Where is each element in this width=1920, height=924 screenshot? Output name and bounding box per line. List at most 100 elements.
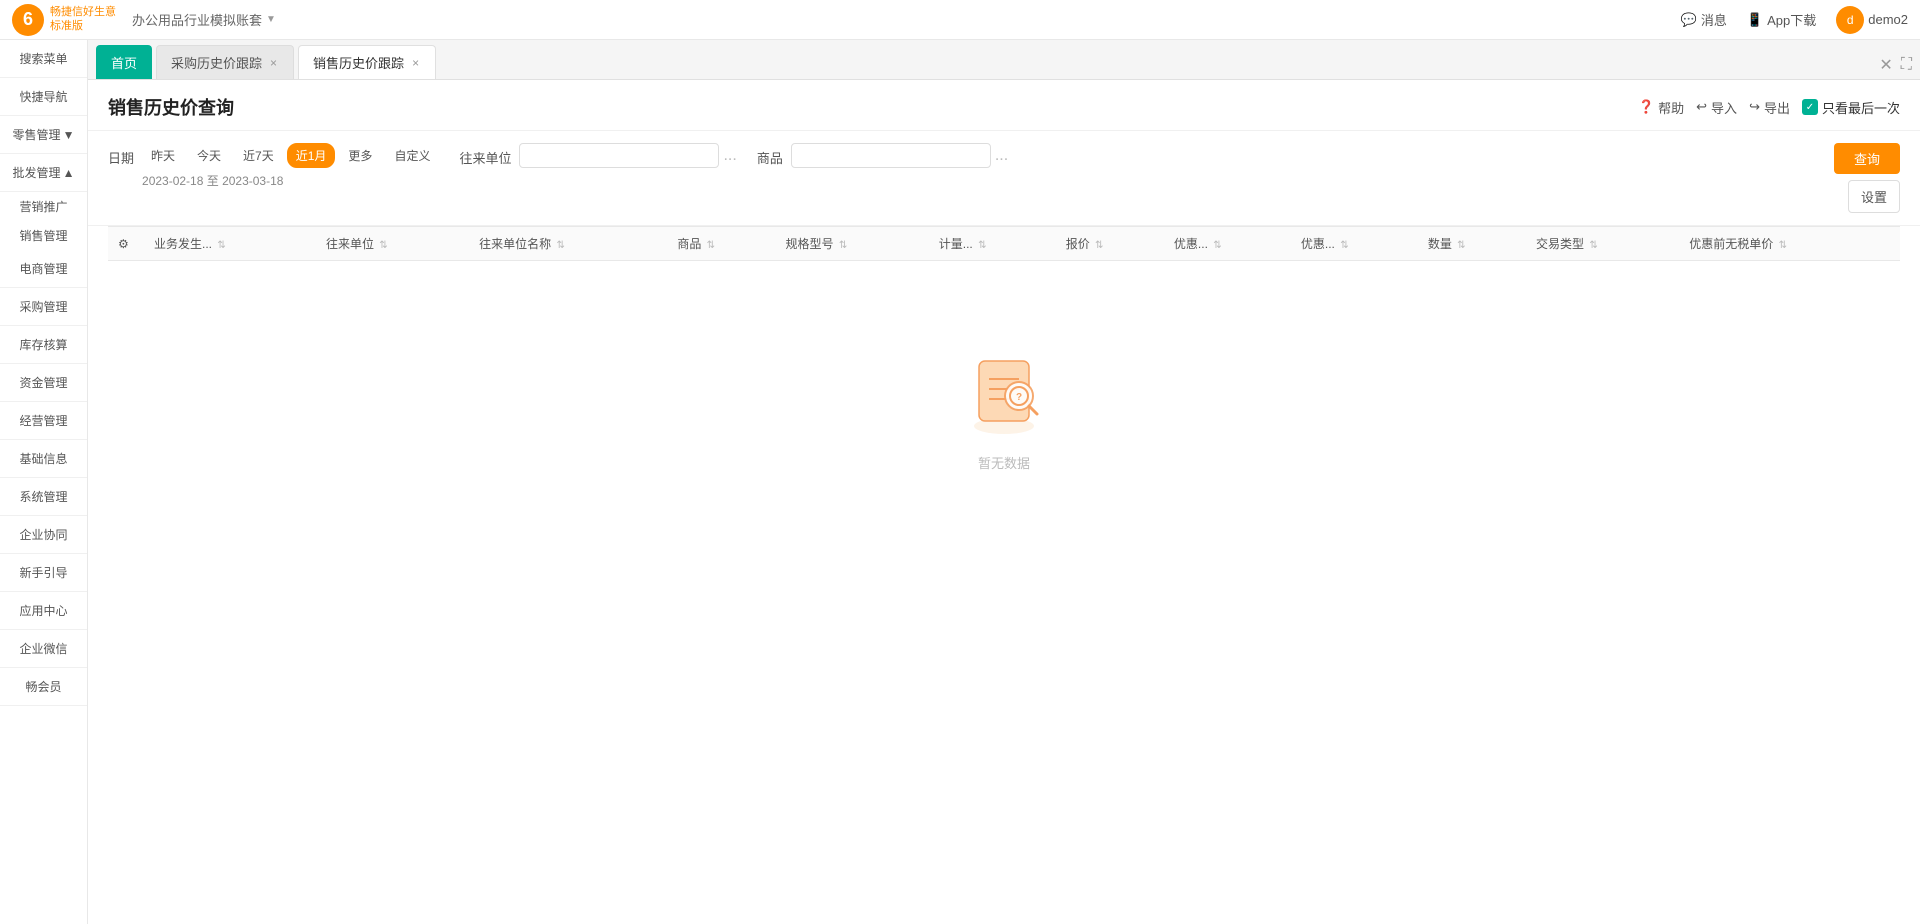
logo-area: 6 畅捷信好生意 标准版 <box>12 4 116 36</box>
th-trade-type-sort-icon: ⇅ <box>1589 240 1597 251</box>
sidebar-item-search[interactable]: 搜索菜单 <box>0 40 87 78</box>
tab-purchase-history-close-icon[interactable]: × <box>268 56 279 70</box>
workspace-name: 办公用品行业模拟账套 <box>132 10 262 29</box>
date-btn-1month[interactable]: 近1月 <box>287 143 336 168</box>
export-button[interactable]: ↪ 导出 <box>1749 98 1790 117</box>
th-pre-tax-price-sort-icon: ⇅ <box>1779 240 1787 251</box>
import-icon: ↩ <box>1696 99 1707 115</box>
th-quoted-price[interactable]: 报价 ⇅ <box>1056 227 1164 261</box>
tab-home-label: 首页 <box>111 53 137 72</box>
app-download-button[interactable]: 📱 App下载 <box>1747 10 1816 29</box>
table-header-row: ⚙ 业务发生... ⇅ 往来单位 ⇅ 往来单位名称 ⇅ <box>108 227 1900 261</box>
tab-sales-history-close-icon[interactable]: × <box>410 56 421 70</box>
sidebar-item-system[interactable]: 系统管理 <box>0 478 87 516</box>
workspace-selector[interactable]: 办公用品行业模拟账套 ▼ <box>132 10 276 29</box>
query-button[interactable]: 查询 <box>1834 143 1900 174</box>
sidebar-item-sales-mgmt[interactable]: 销售管理 <box>0 221 87 250</box>
th-quantity-sort-icon: ⇅ <box>1457 240 1465 251</box>
product-input[interactable] <box>791 143 991 168</box>
settings-icon: ⚙ <box>118 237 129 251</box>
tab-sales-history[interactable]: 销售历史价跟踪 × <box>298 45 436 79</box>
enterprise-label: 企业协同 <box>19 528 67 542</box>
tab-maximize-icon[interactable]: ⛶ <box>1901 56 1912 74</box>
partner-select-icon[interactable]: ... <box>723 147 736 165</box>
th-quantity[interactable]: 数量 ⇅ <box>1418 227 1526 261</box>
table-container: ⚙ 业务发生... ⇅ 往来单位 ⇅ 往来单位名称 ⇅ <box>88 226 1920 261</box>
product-filter-label: 商品 <box>757 143 783 167</box>
sidebar-item-wholesale[interactable]: 批发管理 ▲ <box>0 154 87 192</box>
message-icon: 💬 <box>1681 12 1697 28</box>
sidebar-item-membership[interactable]: 畅会员 <box>0 668 87 706</box>
th-discount1[interactable]: 优惠... ⇅ <box>1164 227 1291 261</box>
tab-home[interactable]: 首页 <box>96 45 152 79</box>
import-label: 导入 <box>1711 98 1737 117</box>
th-quoted-price-sort-icon: ⇅ <box>1095 240 1103 251</box>
operations-label: 经营管理 <box>19 414 67 428</box>
finance-label: 资金管理 <box>19 376 67 390</box>
date-btn-7days[interactable]: 近7天 <box>234 143 283 168</box>
th-partner-name[interactable]: 往来单位名称 ⇅ <box>469 227 667 261</box>
logo-icon: 6 <box>12 4 44 36</box>
import-button[interactable]: ↩ 导入 <box>1696 98 1737 117</box>
filter-area: 日期 昨天 今天 近7天 近1月 更多 自定义 2023-02-18 至 202… <box>88 131 1920 226</box>
sidebar-item-shortcut[interactable]: 快捷导航 <box>0 78 87 116</box>
partner-filter-label: 往来单位 <box>459 143 511 167</box>
date-btn-more[interactable]: 更多 <box>339 143 381 168</box>
th-biz-date-sort-icon: ⇅ <box>217 240 225 251</box>
date-btn-today[interactable]: 今天 <box>188 143 230 168</box>
date-btn-custom[interactable]: 自定义 <box>385 143 439 168</box>
tab-purchase-history[interactable]: 采购历史价跟踪 × <box>156 45 294 79</box>
membership-label: 畅会员 <box>25 680 61 694</box>
purchase-label: 采购管理 <box>19 300 67 314</box>
wholesale-label: 批发管理 <box>13 164 61 181</box>
sidebar-item-app-center[interactable]: 应用中心 <box>0 592 87 630</box>
only-last-label: 只看最后一次 <box>1822 98 1900 117</box>
page-header: 销售历史价查询 ❓ 帮助 ↩ 导入 ↪ 导出 ✓ 只看最后一次 <box>88 80 1920 131</box>
th-settings[interactable]: ⚙ <box>108 227 144 261</box>
sidebar-item-inventory[interactable]: 库存核算 <box>0 326 87 364</box>
app-download-label: App下载 <box>1767 10 1816 29</box>
th-discount1-sort-icon: ⇅ <box>1213 240 1221 251</box>
sidebar-item-retail[interactable]: 零售管理 ▼ <box>0 116 87 154</box>
sidebar-item-enterprise[interactable]: 企业协同 <box>0 516 87 554</box>
message-button[interactable]: 💬 消息 <box>1681 10 1727 29</box>
only-last-checkbox-label[interactable]: ✓ 只看最后一次 <box>1802 98 1900 117</box>
settings-button[interactable]: 设置 <box>1848 180 1900 213</box>
empty-text: 暂无数据 <box>978 453 1030 472</box>
th-biz-date[interactable]: 业务发生... ⇅ <box>144 227 316 261</box>
help-button[interactable]: ❓ 帮助 <box>1638 98 1684 117</box>
partner-input[interactable] <box>519 143 719 168</box>
tab-purchase-history-label: 采购历史价跟踪 <box>171 53 262 72</box>
tab-close-all-icon[interactable]: ✕ <box>1879 55 1892 75</box>
product-select-icon[interactable]: ... <box>995 147 1008 165</box>
date-btn-yesterday[interactable]: 昨天 <box>142 143 184 168</box>
sidebar-item-wechat[interactable]: 企业微信 <box>0 630 87 668</box>
empty-icon: ? <box>954 341 1054 441</box>
th-pre-tax-price[interactable]: 优惠前无税单价 ⇅ <box>1679 227 1900 261</box>
sidebar-item-ecommerce[interactable]: 电商管理 <box>0 250 87 288</box>
page-actions: ❓ 帮助 ↩ 导入 ↪ 导出 ✓ 只看最后一次 <box>1638 98 1900 117</box>
date-range-display: 2023-02-18 至 2023-03-18 <box>142 172 439 189</box>
th-discount2[interactable]: 优惠... ⇅ <box>1291 227 1418 261</box>
sidebar-item-marketing[interactable]: 营销推广 <box>0 192 87 221</box>
logo-text: 畅捷信好生意 标准版 <box>50 6 116 32</box>
user-name: demo2 <box>1868 12 1908 27</box>
th-partner-code[interactable]: 往来单位 ⇅ <box>316 227 469 261</box>
sidebar-item-basic-info[interactable]: 基础信息 <box>0 440 87 478</box>
sidebar-item-operations[interactable]: 经营管理 <box>0 402 87 440</box>
th-trade-type[interactable]: 交易类型 ⇅ <box>1526 227 1679 261</box>
th-product[interactable]: 商品 ⇅ <box>667 227 775 261</box>
th-spec[interactable]: 规格型号 ⇅ <box>776 227 929 261</box>
sidebar-item-finance[interactable]: 资金管理 <box>0 364 87 402</box>
inventory-label: 库存核算 <box>19 338 67 352</box>
product-filter-group: 商品 ... <box>757 143 1008 168</box>
sidebar-item-guide[interactable]: 新手引导 <box>0 554 87 592</box>
sidebar-item-purchase[interactable]: 采购管理 <box>0 288 87 326</box>
product-input-group: ... <box>791 143 1008 168</box>
shortcut-label: 快捷导航 <box>19 90 67 104</box>
help-label: 帮助 <box>1658 98 1684 117</box>
filter-right-actions: 查询 设置 <box>1834 143 1900 213</box>
user-profile[interactable]: d demo2 <box>1836 6 1908 34</box>
th-unit[interactable]: 计量... ⇅ <box>929 227 1056 261</box>
search-menu-label: 搜索菜单 <box>19 52 67 66</box>
